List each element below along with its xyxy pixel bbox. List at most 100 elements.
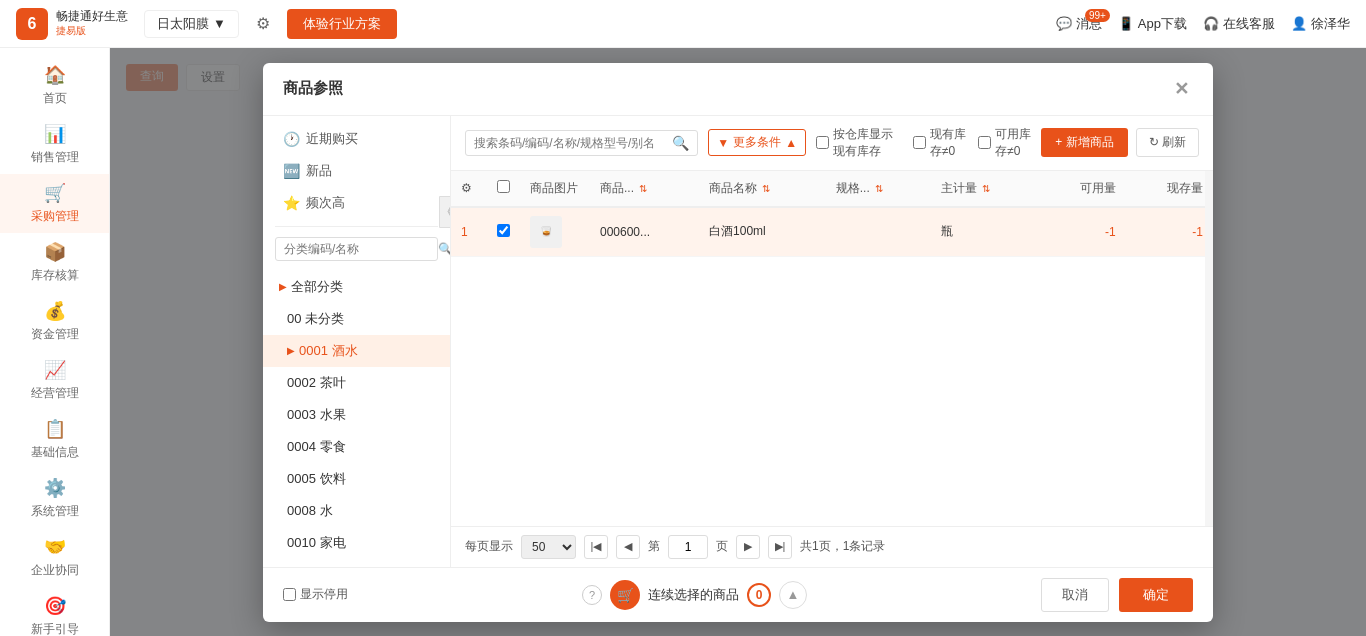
settings-icon[interactable]: ⚙ [461, 181, 472, 195]
td-image: 🥃 [520, 207, 590, 257]
sales-icon: 📊 [44, 123, 66, 145]
add-product-button[interactable]: + 新增商品 [1041, 128, 1127, 157]
confirm-button[interactable]: 确定 [1119, 578, 1193, 612]
cat-item-00[interactable]: 00 未分类 [263, 303, 450, 335]
messages-button[interactable]: 💬 消息 99+ [1056, 15, 1102, 33]
checkbox-warehouse-stock-input[interactable] [816, 136, 829, 149]
filter-label: 更多条件 [733, 134, 781, 151]
last-page-button[interactable]: ▶| [768, 535, 792, 559]
guide-icon: 🎯 [44, 595, 66, 617]
sidebar-item-inventory[interactable]: 📦 库存核算 [0, 233, 109, 292]
toolbar: 🔍 ▼ 更多条件 ▲ 按仓库显示现有库存 [451, 116, 1213, 171]
trial-button[interactable]: 体验行业方案 [287, 9, 397, 39]
page-number-input[interactable] [668, 535, 708, 559]
cat-label-00: 00 未分类 [287, 310, 344, 328]
user-avatar[interactable]: 👤 徐泽华 [1291, 15, 1350, 33]
cart-button[interactable]: 🛒 [610, 580, 640, 610]
cat-item-0002[interactable]: 0002 茶叶 [263, 367, 450, 399]
sidebar-item-guide[interactable]: 🎯 新手引导 [0, 587, 109, 636]
checkbox-warehouse-stock-label: 按仓库显示现有库存 [833, 126, 901, 160]
sidebar-item-home[interactable]: 🏠 首页 [0, 56, 109, 115]
modal-header: 商品参照 ✕ [263, 63, 1213, 116]
sidebar-item-collab[interactable]: 🤝 企业协同 [0, 528, 109, 587]
settings-icon[interactable]: ⚙ [247, 8, 279, 40]
th-code[interactable]: 商品... ⇅ [590, 171, 699, 207]
scrollbar[interactable] [1205, 171, 1213, 526]
cat-arrow-0001: ▶ [287, 345, 295, 356]
checkbox-nonzero-stock-input[interactable] [913, 136, 926, 149]
category-search-icon[interactable]: 🔍 [438, 242, 451, 256]
quick-filters: 🕐 近期购买 🆕 新品 ⭐ 频次高 [263, 116, 450, 222]
operation-icon: 📈 [44, 359, 66, 381]
td-code: 000600... [590, 207, 699, 257]
cat-item-all[interactable]: ▶ 全部分类 [263, 271, 450, 303]
checkbox-available-stock-input[interactable] [978, 136, 991, 149]
show-disabled-checkbox[interactable]: 显示停用 [283, 586, 348, 603]
star-icon: ⭐ [283, 195, 300, 211]
system-icon: ⚙️ [44, 477, 66, 499]
next-page-button[interactable]: ▶ [736, 535, 760, 559]
cat-item-0008[interactable]: 0008 水 [263, 495, 450, 527]
per-page-label: 每页显示 [465, 538, 513, 555]
cat-item-0010[interactable]: 0010 家电 [263, 527, 450, 559]
sidebar-label-purchase: 采购管理 [31, 208, 79, 225]
per-page-select[interactable]: 50 20 100 [521, 535, 576, 559]
prev-page-button[interactable]: ◀ [616, 535, 640, 559]
refresh-button[interactable]: ↻ 刷新 [1136, 128, 1199, 157]
cancel-button[interactable]: 取消 [1041, 578, 1109, 612]
th-spec[interactable]: 规格... ⇅ [826, 171, 931, 207]
quick-item-frequent[interactable]: ⭐ 频次高 [275, 188, 438, 218]
help-icon[interactable]: ? [582, 585, 602, 605]
first-page-button[interactable]: |◀ [584, 535, 608, 559]
modal-close-button[interactable]: ✕ [1169, 77, 1193, 101]
quick-item-new[interactable]: 🆕 新品 [275, 156, 438, 186]
cat-item-0001[interactable]: ▶ 0001 酒水 [263, 335, 450, 367]
product-table-body: 1 🥃 000600... 白酒100ml [451, 207, 1213, 257]
show-disabled-input[interactable] [283, 588, 296, 601]
category-search-box: 🔍 [275, 237, 438, 261]
collab-icon: 🤝 [44, 536, 66, 558]
more-filter-button[interactable]: ▼ 更多条件 ▲ [708, 129, 806, 156]
cat-item-0005[interactable]: 0005 饮料 [263, 463, 450, 495]
message-icon: 💬 [1056, 16, 1072, 31]
collapse-cart-button[interactable]: ▲ [779, 581, 807, 609]
product-reference-modal: 商品参照 ✕ 《 🕐 近期购买 🆕 新品 [263, 63, 1213, 622]
cat-item-0003[interactable]: 0003 水果 [263, 399, 450, 431]
online-service-button[interactable]: 🎧 在线客服 [1203, 15, 1275, 33]
select-all-checkbox[interactable] [497, 180, 510, 193]
checkbox-nonzero-stock-label: 现有库存≠0 [930, 126, 966, 160]
filter-icon: ▼ [717, 136, 729, 150]
sidebar-item-purchase[interactable]: 🛒 采购管理 [0, 174, 109, 233]
sidebar-item-system[interactable]: ⚙️ 系统管理 [0, 469, 109, 528]
app-download-button[interactable]: 📱 App下载 [1118, 15, 1187, 33]
checkbox-warehouse-stock[interactable]: 按仓库显示现有库存 [816, 126, 901, 160]
store-selector[interactable]: 日太阳膜 ▼ [144, 10, 239, 38]
th-name[interactable]: 商品名称 ⇅ [699, 171, 826, 207]
sidebar-label-home: 首页 [43, 90, 67, 107]
sidebar-item-finance[interactable]: 💰 资金管理 [0, 292, 109, 351]
sidebar-label-finance: 资金管理 [31, 326, 79, 343]
quick-item-recent[interactable]: 🕐 近期购买 [275, 124, 438, 154]
category-list: ▶ 全部分类 00 未分类 ▶ 0001 酒水 0002 茶叶 [263, 267, 450, 567]
th-checkbox [487, 171, 520, 207]
checkbox-available-stock[interactable]: 可用库存≠0 [978, 126, 1031, 160]
cat-item-0004[interactable]: 0004 零食 [263, 431, 450, 463]
row-checkbox[interactable] [497, 224, 510, 237]
sidebar-item-operation[interactable]: 📈 经营管理 [0, 351, 109, 410]
th-unit[interactable]: 主计量 ⇅ [931, 171, 1039, 207]
page-label: 第 [648, 538, 660, 555]
product-search-icon[interactable]: 🔍 [672, 135, 689, 151]
inventory-icon: 📦 [44, 241, 66, 263]
category-search-input[interactable] [284, 242, 434, 256]
sidebar-item-basic[interactable]: 📋 基础信息 [0, 410, 109, 469]
logo: 6 畅捷通好生意 捷易版 [16, 8, 128, 40]
checkbox-nonzero-stock[interactable]: 现有库存≠0 [913, 126, 966, 160]
page-suffix: 页 [716, 538, 728, 555]
product-search-input[interactable] [474, 136, 668, 150]
username: 徐泽华 [1311, 15, 1350, 33]
cat-label-0008: 0008 水 [287, 502, 333, 520]
sidebar-item-sales[interactable]: 📊 销售管理 [0, 115, 109, 174]
cat-label-0003: 0003 水果 [287, 406, 346, 424]
table-row[interactable]: 1 🥃 000600... 白酒100ml [451, 207, 1213, 257]
collapse-panel-button[interactable]: 《 [439, 196, 451, 228]
